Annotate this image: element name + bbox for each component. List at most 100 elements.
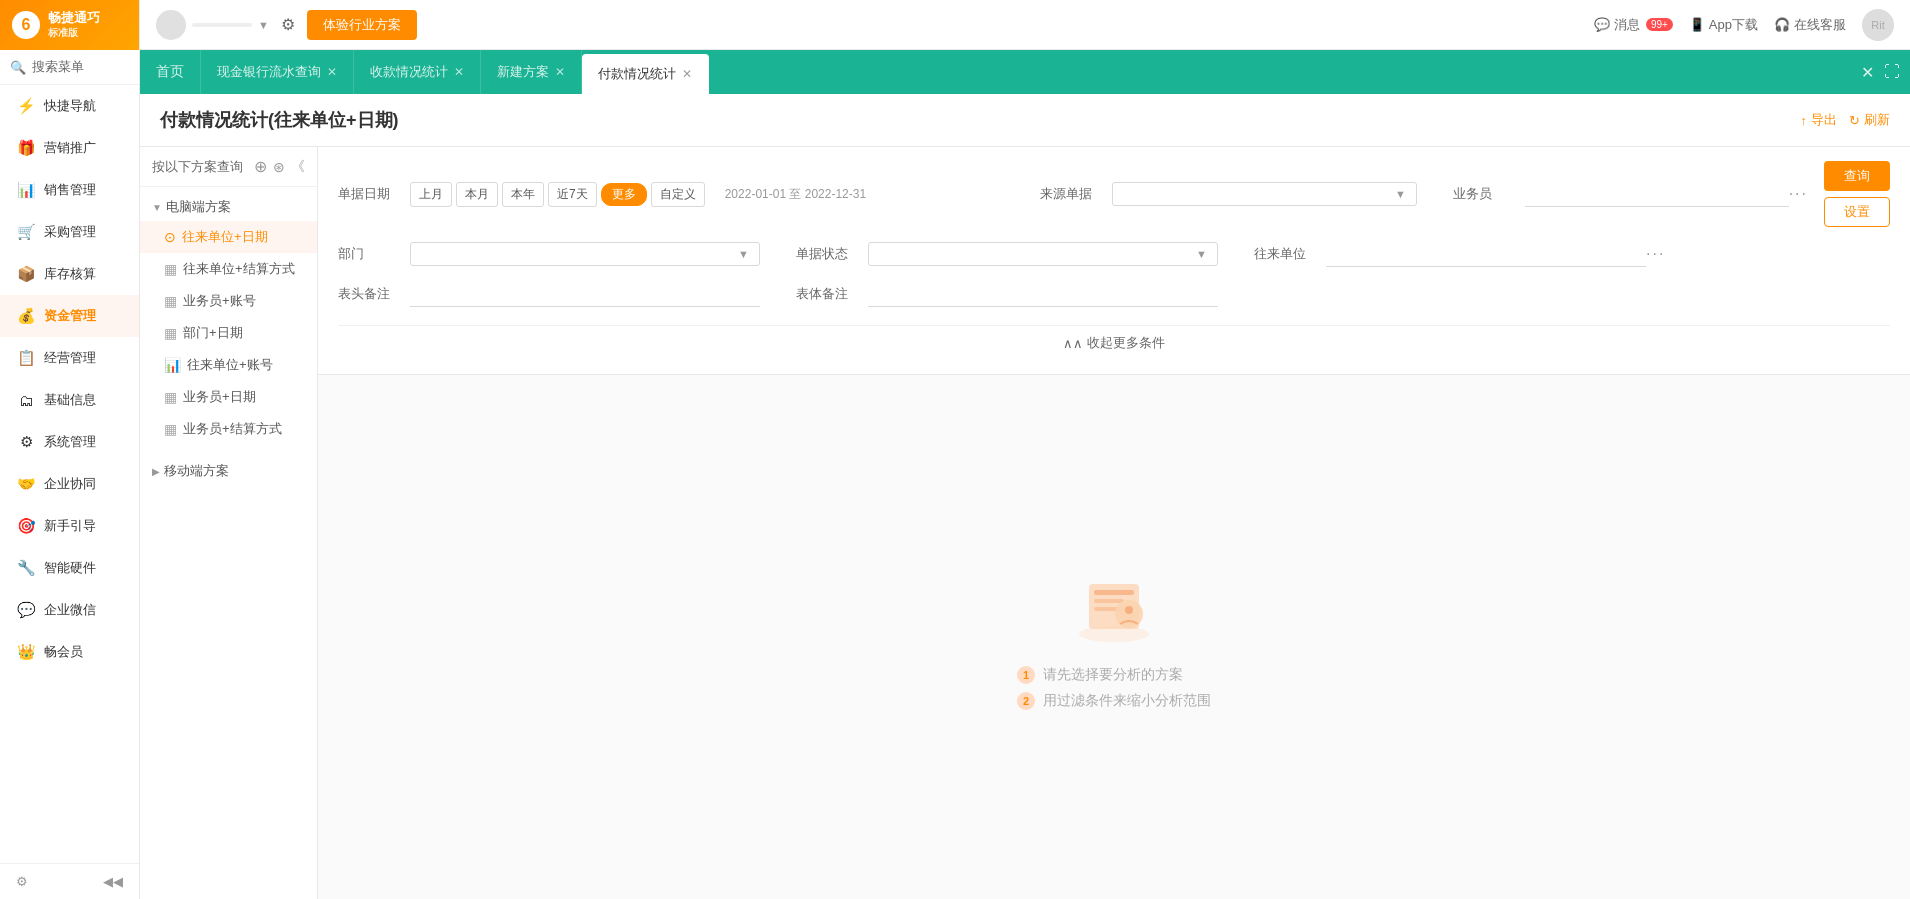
refresh-btn[interactable]: ↻ 刷新 [1849,111,1890,129]
source-select[interactable]: ▼ [1112,182,1417,206]
sidebar-gear-btn[interactable]: ⚙ [16,874,28,889]
unit-more-btn[interactable]: ··· [1646,245,1665,263]
app-logo: 6 畅捷通巧 标准版 [0,0,139,50]
sidebar-label-wechat: 企业微信 [44,601,123,619]
tab-cash-bank-close[interactable]: ✕ [327,65,337,79]
export-btn[interactable]: ↑ 导出 [1801,111,1838,129]
sidebar-label-finance: 资金管理 [44,307,123,325]
topbar-settings-btn[interactable]: ⚙ [281,15,295,34]
scheme-staff-account[interactable]: ▦ 业务员+账号 [140,285,317,317]
main: ▼ ⚙ 体验行业方案 💬 消息 99+ 📱 App下载 🎧 在线客服 Rit 首… [140,0,1910,899]
sidebar-collapse-btn[interactable]: ◀◀ [103,874,123,889]
tab-new-scheme-close[interactable]: ✕ [555,65,565,79]
date-this-year[interactable]: 本年 [502,182,544,207]
dept-select[interactable]: ▼ [410,242,760,266]
sidebar-item-operations[interactable]: 📋 经营管理 [0,337,139,379]
scheme-staff-date[interactable]: ▦ 业务员+日期 [140,381,317,413]
sidebar-item-enterprise[interactable]: 🤝 企业协同 [0,463,139,505]
sidebar-item-purchase[interactable]: 🛒 采购管理 [0,211,139,253]
sidebar-item-sales[interactable]: 📊 销售管理 [0,169,139,211]
notification-icon: 💬 [1594,17,1610,32]
tab-payment-stats-label: 付款情况统计 [598,65,676,83]
user-avatar[interactable]: Rit [1862,9,1894,41]
sidebar-item-quick-nav[interactable]: ⚡ 快捷导航 [0,85,139,127]
date-7days[interactable]: 近7天 [548,182,597,207]
sidebar-item-system[interactable]: ⚙ 系统管理 [0,421,139,463]
sidebar-item-hardware[interactable]: 🔧 智能硬件 [0,547,139,589]
tab-cash-bank[interactable]: 现金银行流水查询 ✕ [201,50,354,94]
export-icon: ↑ [1801,113,1808,128]
date-custom[interactable]: 自定义 [651,182,705,207]
scheme-unit-settle[interactable]: ▦ 往来单位+结算方式 [140,253,317,285]
staff-label: 业务员 [1453,185,1509,203]
tab-close-all-btn[interactable]: ✕ [1861,63,1874,82]
topbar-avatar [156,10,186,40]
collapse-more-btn[interactable]: ∧∧ 收起更多条件 [338,325,1890,360]
query-actions: 查询 设置 [1824,161,1890,227]
system-icon: ⚙ [16,432,36,452]
page-actions: ↑ 导出 ↻ 刷新 [1801,111,1891,129]
scheme-table-icon-1: ▦ [164,261,177,277]
scheme-add-btn[interactable]: ⊕ [254,157,267,176]
notification-btn[interactable]: 💬 消息 99+ [1594,16,1673,34]
scheme-dept-date[interactable]: ▦ 部门+日期 [140,317,317,349]
tab-payment-stats[interactable]: 付款情况统计 ✕ [582,54,709,94]
app-download-btn[interactable]: 📱 App下载 [1689,16,1758,34]
dept-label: 部门 [338,245,394,263]
sidebar-item-inventory[interactable]: 📦 库存核算 [0,253,139,295]
filter-row-3: 表头备注 表体备注 [338,281,1890,307]
tab-home[interactable]: 首页 [140,50,201,94]
empty-illustration [1064,564,1164,654]
scheme-staff-settle[interactable]: ▦ 业务员+结算方式 [140,413,317,445]
mobile-group-header[interactable]: ▶ 移动端方案 [140,457,317,485]
tab-receipt-close[interactable]: ✕ [454,65,464,79]
query-btn[interactable]: 查询 [1824,161,1890,191]
status-select[interactable]: ▼ [868,242,1218,266]
tab-receipt-stats[interactable]: 收款情况统计 ✕ [354,50,481,94]
date-this-month[interactable]: 本月 [456,182,498,207]
sidebar-item-member[interactable]: 👑 畅会员 [0,631,139,673]
staff-more-btn[interactable]: ··· [1789,185,1808,203]
sidebar-label-inventory: 库存核算 [44,265,123,283]
enterprise-icon: 🤝 [16,474,36,494]
sidebar-label-guide: 新手引导 [44,517,123,535]
pc-scheme-group: ▼ 电脑端方案 ⊙ 往来单位+日期 ▦ 往来单位+结算方式 ▦ 业务员+账号 [140,187,317,451]
scheme-staff-settle-label: 业务员+结算方式 [183,420,282,438]
sidebar-item-marketing[interactable]: 🎁 营销推广 [0,127,139,169]
customer-service-btn[interactable]: 🎧 在线客服 [1774,16,1846,34]
sidebar-item-wechat[interactable]: 💬 企业微信 [0,589,139,631]
sidebar-item-finance[interactable]: 💰 资金管理 [0,295,139,337]
marketing-icon: 🎁 [16,138,36,158]
tab-payment-close[interactable]: ✕ [682,67,692,81]
scheme-gear-btn[interactable]: ⊛ [273,159,285,175]
scheme-collapse-btn[interactable]: 《 [291,158,305,176]
unit-input[interactable] [1326,241,1646,267]
hint-2-text: 用过滤条件来缩小分析范围 [1043,692,1211,710]
status-arrow-icon: ▼ [1196,248,1207,260]
tab-new-scheme[interactable]: 新建方案 ✕ [481,50,582,94]
svg-rect-2 [1094,590,1134,595]
body-note-input[interactable] [868,281,1218,307]
sidebar-item-guide[interactable]: 🎯 新手引导 [0,505,139,547]
sidebar: 6 畅捷通巧 标准版 🔍 搜索菜单 ⚡ 快捷导航 🎁 营销推广 📊 销售管理 🛒… [0,0,140,899]
pc-group-header[interactable]: ▼ 电脑端方案 [140,193,317,221]
date-last-month[interactable]: 上月 [410,182,452,207]
staff-input[interactable] [1525,181,1789,207]
source-label: 来源单据 [1040,185,1096,203]
filter-settings-btn[interactable]: 设置 [1824,197,1890,227]
date-range-text: 2022-01-01 至 2022-12-31 [725,186,1004,203]
empty-state: 1 请先选择要分析的方案 2 用过滤条件来缩小分析范围 [318,375,1910,899]
search-menu[interactable]: 🔍 搜索菜单 [0,50,139,85]
scheme-unit-account[interactable]: 📊 往来单位+账号 [140,349,317,381]
scheme-unit-date[interactable]: ⊙ 往来单位+日期 [140,221,317,253]
topbar-user[interactable]: ▼ [156,10,269,40]
sales-icon: 📊 [16,180,36,200]
header-note-input[interactable] [410,281,760,307]
trial-btn[interactable]: 体验行业方案 [307,10,417,40]
tab-expand-btn[interactable]: ⛶ [1884,63,1900,81]
quick-nav-icon: ⚡ [16,96,36,116]
scheme-unit-account-label: 往来单位+账号 [187,356,273,374]
date-more-btn[interactable]: 更多 [601,183,647,206]
search-menu-label: 搜索菜单 [32,58,84,76]
sidebar-item-basic-info[interactable]: 🗂 基础信息 [0,379,139,421]
